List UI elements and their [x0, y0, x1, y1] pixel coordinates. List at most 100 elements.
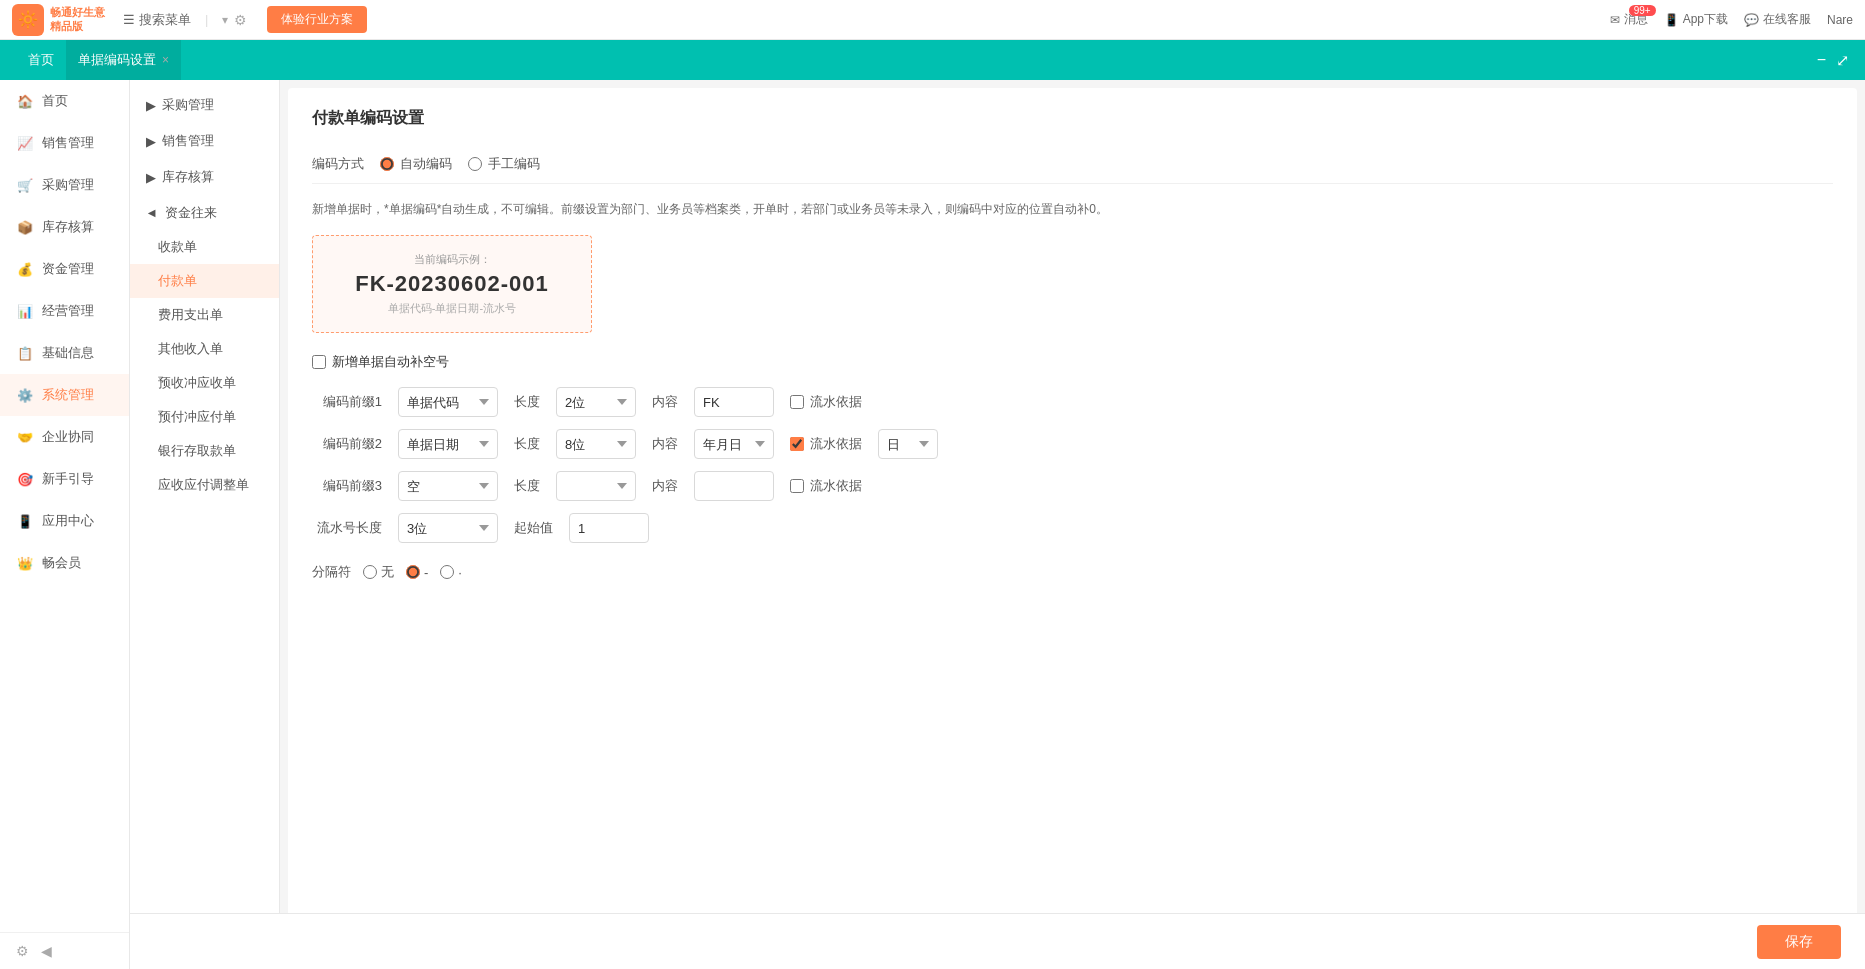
sub-group-inventory: ▶ 库存核算 — [130, 160, 279, 194]
home-tab[interactable]: 首页 — [16, 51, 66, 69]
content2-select[interactable]: 年月日 — [694, 429, 774, 459]
save-button[interactable]: 保存 — [1757, 925, 1841, 959]
prefix3-select[interactable]: 空 — [398, 471, 498, 501]
start-value-input[interactable] — [569, 513, 649, 543]
sub-group-inventory-title[interactable]: ▶ 库存核算 — [130, 160, 279, 194]
trial-button[interactable]: 体验行业方案 — [267, 6, 367, 33]
online-service-button[interactable]: 💬 在线客服 — [1744, 11, 1811, 28]
encoding-method-label: 编码方式 — [312, 155, 364, 173]
serial-row: 流水号长度 3位 起始值 — [312, 513, 1833, 543]
user-menu[interactable]: Nare — [1827, 13, 1853, 27]
sidebar-item-system[interactable]: ⚙️ 系统管理 — [0, 374, 129, 416]
message-button[interactable]: ✉ 消息 99+ — [1610, 11, 1648, 28]
sep-dash-radio[interactable] — [406, 565, 420, 579]
sub-item-other-income[interactable]: 其他收入单 — [130, 332, 279, 366]
sidebar-item-basics[interactable]: 📋 基础信息 — [0, 332, 129, 374]
sidebar-item-member[interactable]: 👑 畅会员 — [0, 542, 129, 584]
minimize-icon[interactable]: − — [1817, 51, 1826, 70]
stream3-checkbox[interactable] — [790, 479, 804, 493]
sub-group-sales-title[interactable]: ▶ 销售管理 — [130, 124, 279, 158]
sep-none-option[interactable]: 无 — [363, 563, 394, 581]
sub-item-adjustment[interactable]: 应收应付调整单 — [130, 468, 279, 502]
length3-select[interactable] — [556, 471, 636, 501]
message-badge: 99+ — [1629, 5, 1656, 16]
stream1-checkbox[interactable] — [790, 395, 804, 409]
length1-select[interactable]: 2位 — [556, 387, 636, 417]
sub-item-receipt[interactable]: 收款单 — [130, 230, 279, 264]
sub-item-prepay-payable[interactable]: 预付冲应付单 — [130, 400, 279, 434]
sub-group-purchase-title[interactable]: ▶ 采购管理 — [130, 88, 279, 122]
home-icon: 🏠 — [16, 92, 34, 110]
content3-input[interactable] — [694, 471, 774, 501]
stream2-checkbox[interactable] — [790, 437, 804, 451]
content1-input[interactable] — [694, 387, 774, 417]
sub-item-prepay-receivable[interactable]: 预收冲应收单 — [130, 366, 279, 400]
sub-group-finance: ▼ 资金往来 收款单 付款单 费用支出单 其他收入单 预收冲应收单 预付冲应付单… — [130, 196, 279, 502]
settings-bottom-icon[interactable]: ⚙ — [16, 943, 29, 959]
sidebar-item-appcenter[interactable]: 📱 应用中心 — [0, 500, 129, 542]
stream3-checkbox-row[interactable]: 流水依据 — [790, 477, 862, 495]
page-title: 付款单编码设置 — [312, 108, 1833, 129]
prefix3-row: 编码前缀3 空 长度 内容 流水依据 — [312, 471, 1833, 501]
save-bar: 保存 — [130, 913, 1865, 969]
sub-sidebar: ▶ 采购管理 ▶ 销售管理 ▶ 库存核算 ▼ 资金往来 — [130, 80, 280, 969]
preview-box: 当前编码示例： FK-20230602-001 单据代码-单据日期-流水号 — [312, 235, 592, 333]
maximize-icon[interactable]: ⤢ — [1836, 51, 1849, 70]
stream2-checkbox-row[interactable]: 流水依据 — [790, 435, 862, 453]
sub-item-bank[interactable]: 银行存取款单 — [130, 434, 279, 468]
sep-dot-radio[interactable] — [440, 565, 454, 579]
sidebar-item-home[interactable]: 🏠 首页 — [0, 80, 129, 122]
content3-label: 内容 — [652, 477, 678, 495]
auto-fill-label: 新增单据自动补空号 — [332, 353, 449, 371]
appcenter-icon: 📱 — [16, 512, 34, 530]
auto-fill-checkbox[interactable] — [312, 355, 326, 369]
active-tab[interactable]: 单据编码设置 × — [66, 40, 181, 80]
sales-icon: 📈 — [16, 134, 34, 152]
manual-encode-radio[interactable] — [468, 157, 482, 171]
search-icon: ☰ — [123, 12, 135, 27]
sub-item-payment[interactable]: 付款单 — [130, 264, 279, 298]
top-bar: 🔆 畅通好生意 精品版 ☰ 搜索菜单 | ▾ ⚙ 体验行业方案 ✉ 消息 99+… — [0, 0, 1865, 40]
collapse-icon[interactable]: ◀ — [41, 943, 52, 959]
tab-close-icon[interactable]: × — [162, 53, 169, 67]
separator-row: 分隔符 无 - · — [312, 563, 1833, 581]
search-menu-button[interactable]: ☰ 搜索菜单 — [123, 11, 191, 29]
sep-none-radio[interactable] — [363, 565, 377, 579]
preview-label: 当前编码示例： — [337, 252, 567, 267]
sidebar-item-inventory[interactable]: 📦 库存核算 — [0, 206, 129, 248]
manual-encode-option[interactable]: 手工编码 — [468, 155, 540, 173]
sub-group-finance-title[interactable]: ▼ 资金往来 — [130, 196, 279, 230]
sub-group-purchase: ▶ 采购管理 — [130, 88, 279, 122]
chevron-down-icon: ▼ — [145, 207, 160, 220]
preview-desc: 单据代码-单据日期-流水号 — [337, 301, 567, 316]
sidebar-item-enterprise[interactable]: 🤝 企业协同 — [0, 416, 129, 458]
prefix1-select[interactable]: 单据代码 — [398, 387, 498, 417]
sidebar-item-operations[interactable]: 📊 经营管理 — [0, 290, 129, 332]
length2-select[interactable]: 8位 — [556, 429, 636, 459]
sidebar-item-purchase[interactable]: 🛒 采购管理 — [0, 164, 129, 206]
sidebar-item-sales[interactable]: 📈 销售管理 — [0, 122, 129, 164]
auto-encode-option[interactable]: 自动编码 — [380, 155, 452, 173]
serial-length-select[interactable]: 3位 — [398, 513, 498, 543]
system-icon: ⚙️ — [16, 386, 34, 404]
sub-item-expense[interactable]: 费用支出单 — [130, 298, 279, 332]
auto-encode-radio[interactable] — [380, 157, 394, 171]
app-download-button[interactable]: 📱 App下载 — [1664, 11, 1728, 28]
form-section: 编码前缀1 单据代码 长度 2位 内容 流水依据 — [312, 387, 1833, 581]
chevron-right-icon: ▶ — [146, 98, 156, 113]
sep-dot-option[interactable]: · — [440, 565, 462, 580]
stream2-period-select[interactable]: 日 — [878, 429, 938, 459]
finance-icon: 💰 — [16, 260, 34, 278]
settings-icon[interactable]: ⚙ — [234, 12, 247, 28]
prefix2-select[interactable]: 单据日期 — [398, 429, 498, 459]
download-icon: 📱 — [1664, 13, 1679, 27]
sidebar-item-finance[interactable]: 💰 资金管理 — [0, 248, 129, 290]
sidebar-item-newguide[interactable]: 🎯 新手引导 — [0, 458, 129, 500]
length3-label: 长度 — [514, 477, 540, 495]
sep-dash-option[interactable]: - — [406, 565, 428, 580]
chevron-right-icon-2: ▶ — [146, 134, 156, 149]
auto-fill-row: 新增单据自动补空号 — [312, 353, 1833, 371]
stream1-checkbox-row[interactable]: 流水依据 — [790, 393, 862, 411]
main-panel: 付款单编码设置 编码方式 自动编码 手工编码 新增单据时，*单据编码*自动生成，… — [288, 88, 1857, 961]
main-layout: 🏠 首页 📈 销售管理 🛒 采购管理 📦 库存核算 💰 资金管理 📊 经营管理 … — [0, 80, 1865, 969]
